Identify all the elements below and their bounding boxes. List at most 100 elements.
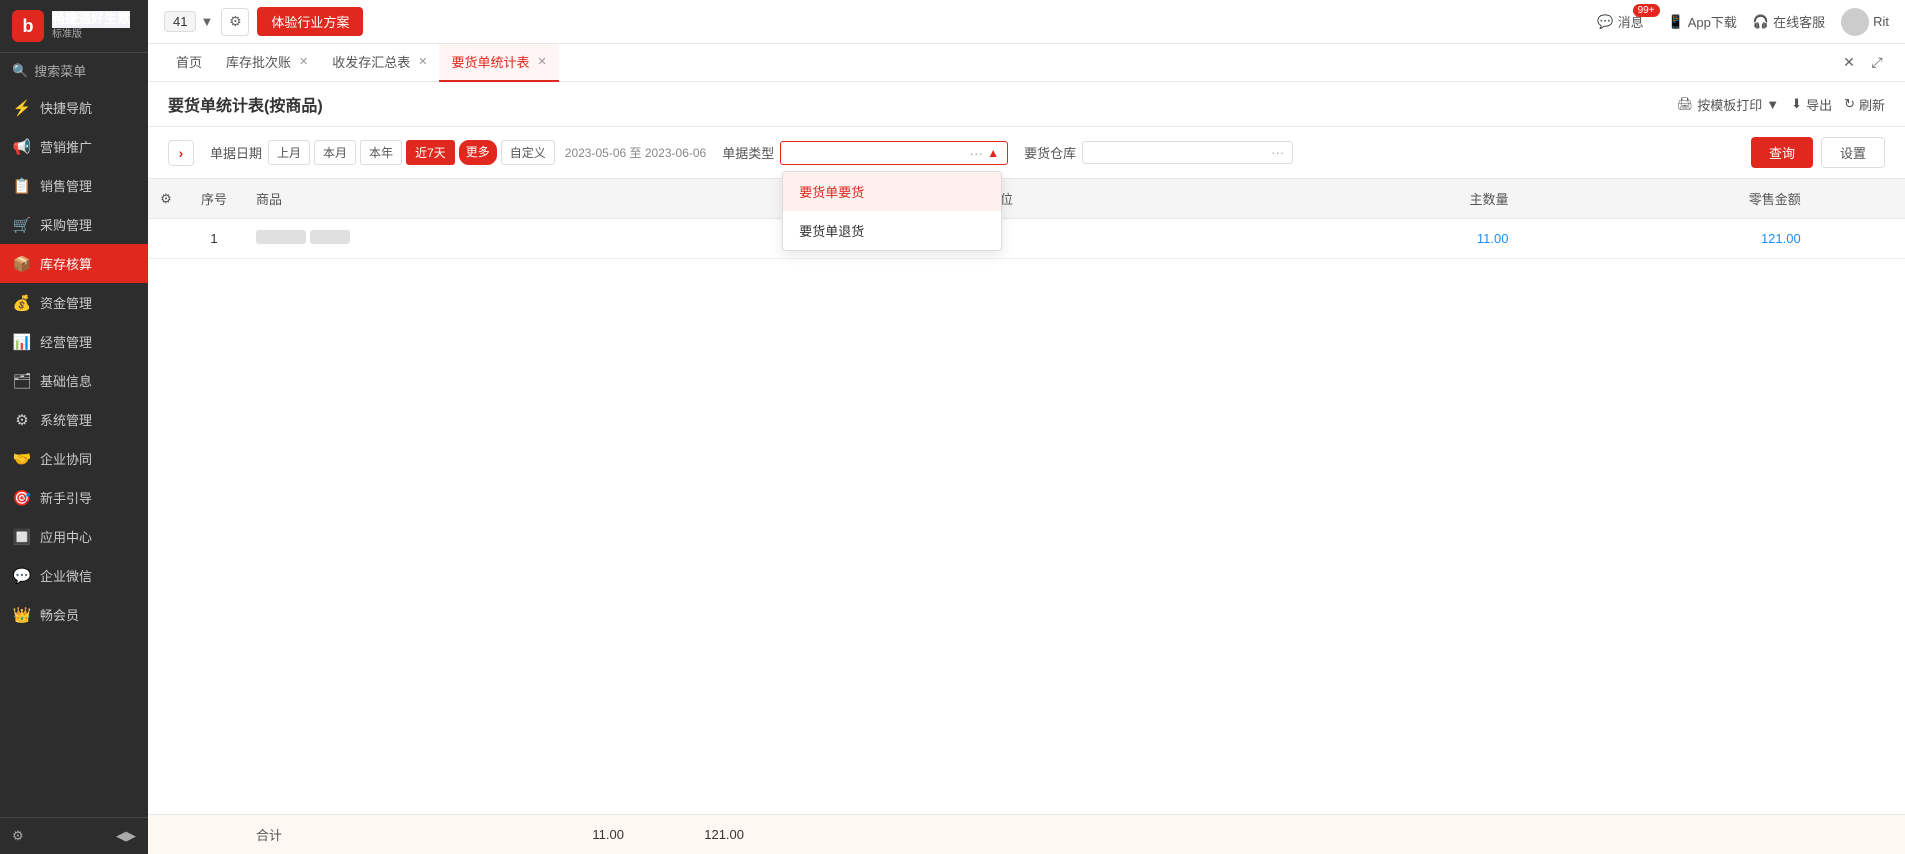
sidebar-item-xitong[interactable]: ⚙系统管理 xyxy=(0,400,148,439)
settings-btn[interactable]: 设置 xyxy=(1821,137,1885,168)
export-btn[interactable]: ⬇ 导出 xyxy=(1791,95,1832,114)
nav-icon-kuaijie: ⚡ xyxy=(12,99,32,117)
sidebar: b 畅捷通好生意 标准版 🔍 搜索菜单 ⚡快捷导航📢营销推广📋销售管理🛒采购管理… xyxy=(0,0,148,854)
logo-sub: 标准版 xyxy=(52,28,130,41)
tab-label-yaohuo_huizong: 要货单统计表 xyxy=(451,52,529,71)
page-title: 要货单统计表(按商品) xyxy=(168,92,323,116)
tab-close-yaohuo_huizong[interactable]: ✕ xyxy=(538,55,547,68)
query-btn[interactable]: 查询 xyxy=(1751,137,1813,168)
doc-type-filter-group: 单据类型 ··· ▲ 要货单要货 要货单退货 xyxy=(722,141,1008,165)
sidebar-nav: ⚡快捷导航📢营销推广📋销售管理🛒采购管理📦库存核算💰资金管理📊经营管理🗂基础信息… xyxy=(0,88,148,817)
warehouse-input[interactable] xyxy=(1091,145,1267,160)
sidebar-item-kucun[interactable]: 📦库存核算 xyxy=(0,244,148,283)
doc-type-dropdown: 要货单要货 要货单退货 xyxy=(782,171,1002,251)
message-btn[interactable]: 💬 消息 99+ xyxy=(1597,12,1651,31)
nav-label-xiaoshou: 销售管理 xyxy=(40,176,92,195)
warehouse-more-icon: ··· xyxy=(1271,145,1284,160)
date-btn-week7[interactable]: 近7天 xyxy=(406,140,455,165)
dropdown-item-yaohuo-tui[interactable]: 要货单退货 xyxy=(783,211,1001,250)
sidebar-item-huiyuan[interactable]: 👑畅会员 xyxy=(0,595,148,634)
nav-label-qiye: 企业协同 xyxy=(40,449,92,468)
search-icon: 🔍 xyxy=(12,63,28,79)
topbar-right: 💬 消息 99+ 📱 App下载 🎧 在线客服 Rit xyxy=(1597,8,1889,36)
td-qty: 11.00 xyxy=(1278,219,1520,259)
tabs-bar: 首页库存批次账✕收发存汇总表✕ 要货单统计表 ✕ ✕ ⤢ xyxy=(148,44,1905,82)
nav-label-zijin: 资金管理 xyxy=(40,293,92,312)
table-footer: 合计 11.00 121.00 xyxy=(148,814,1905,854)
date-btn-custom[interactable]: 自定义 xyxy=(501,140,555,165)
sidebar-item-qiye[interactable]: 🤝企业协同 xyxy=(0,439,148,478)
tab-home[interactable]: 首页 xyxy=(164,44,214,82)
sidebar-item-yingxiao[interactable]: 📢营销推广 xyxy=(0,127,148,166)
tab-yaohuo_huizong[interactable]: 要货单统计表 ✕ xyxy=(439,44,558,82)
trial-btn[interactable]: 体验行业方案 xyxy=(257,7,363,36)
page-header: 要货单统计表(按商品) 🖨 按模板打印 ▼ ⬇ 导出 ↻ 刷新 xyxy=(148,82,1905,127)
nav-label-jingying: 经营管理 xyxy=(40,332,92,351)
product-placeholder xyxy=(256,230,350,244)
td-amount: 121.00 xyxy=(1520,219,1812,259)
th-seq: 序号 xyxy=(184,179,244,219)
logo-text: 畅捷通好生意 标准版 xyxy=(52,11,130,41)
expand-btn[interactable]: › xyxy=(168,140,194,166)
filter-actions: 查询 设置 xyxy=(1751,137,1885,168)
sidebar-item-jichu[interactable]: 🗂基础信息 xyxy=(0,361,148,400)
select-more-icon: ··· xyxy=(969,145,983,161)
tab-close-shouzhi_huizong[interactable]: ✕ xyxy=(418,55,427,68)
date-btn-current[interactable]: 本月 xyxy=(314,140,356,165)
date-filter-label: 单据日期 xyxy=(210,143,262,162)
avatar-text: Rit xyxy=(1873,14,1889,29)
doc-type-select[interactable]: ··· ▲ xyxy=(780,141,1008,165)
sidebar-item-weixin[interactable]: 💬企业微信 xyxy=(0,556,148,595)
td-seq: 1 xyxy=(184,219,244,259)
filter-bar: › 单据日期 上月本月本年近7天更多自定义 2023-05-06 至 2023-… xyxy=(148,127,1905,179)
tab-label-home: 首页 xyxy=(176,52,202,71)
sidebar-item-caigou[interactable]: 🛒采购管理 xyxy=(0,205,148,244)
print-btn[interactable]: 🖨 按模板打印 ▼ xyxy=(1677,95,1779,114)
store-selector[interactable]: 41 ▼ xyxy=(164,11,213,32)
user-menu[interactable]: Rit xyxy=(1841,8,1889,36)
tab-shouzhi_huizong[interactable]: 收发存汇总表✕ xyxy=(320,44,439,82)
service-btn[interactable]: 🎧 在线客服 xyxy=(1753,12,1825,31)
sidebar-search-label: 搜索菜单 xyxy=(34,61,86,80)
warehouse-label: 要货仓库 xyxy=(1024,143,1076,162)
dropdown-item-yaohuo-dan[interactable]: 要货单要货 xyxy=(783,172,1001,211)
th-qty: 主数量 xyxy=(1278,179,1520,219)
select-arrow-up: ▲ xyxy=(987,146,999,160)
doc-type-input[interactable] xyxy=(789,145,965,160)
tab-close-kucun_pici[interactable]: ✕ xyxy=(299,55,308,68)
tabs-expand-btn[interactable]: ⤢ xyxy=(1865,51,1889,75)
message-icon: 💬 xyxy=(1597,14,1613,30)
td-gear xyxy=(148,219,184,259)
date-filter-group: 单据日期 上月本月本年近7天更多自定义 2023-05-06 至 2023-06… xyxy=(210,140,706,165)
app-download-btn[interactable]: 📱 App下载 xyxy=(1668,12,1737,31)
th-gear[interactable]: ⚙ xyxy=(148,179,184,219)
store-dropdown-arrow: ▼ xyxy=(200,14,213,29)
nav-label-huiyuan: 畅会员 xyxy=(40,605,79,624)
nav-icon-weixin: 💬 xyxy=(12,567,32,585)
sidebar-item-kuaijie[interactable]: ⚡快捷导航 xyxy=(0,88,148,127)
warehouse-select[interactable]: ··· xyxy=(1082,141,1293,164)
nav-label-yingxiao: 营销推广 xyxy=(40,137,92,156)
logo-icon: b xyxy=(12,10,44,42)
collapse-icon[interactable]: ◀▶ xyxy=(116,828,136,844)
settings-icon[interactable]: ⚙ xyxy=(12,828,24,844)
date-btn-more[interactable]: 更多 xyxy=(459,140,497,165)
topbar-gear-btn[interactable]: ⚙ xyxy=(221,8,249,36)
sidebar-item-yingyong[interactable]: 🔲应用中心 xyxy=(0,517,148,556)
tab-kucun_pici[interactable]: 库存批次账✕ xyxy=(214,44,320,82)
date-buttons: 上月本月本年近7天更多自定义 xyxy=(268,140,555,165)
refresh-btn[interactable]: ↻ 刷新 xyxy=(1844,95,1885,114)
tabs-close-all-btn[interactable]: ✕ xyxy=(1837,51,1861,75)
message-badge: 99+ xyxy=(1633,4,1660,17)
sidebar-item-xiaoshou[interactable]: 📋销售管理 xyxy=(0,166,148,205)
sidebar-search[interactable]: 🔍 搜索菜单 xyxy=(0,53,148,88)
sidebar-item-jingying[interactable]: 📊经营管理 xyxy=(0,322,148,361)
date-btn-year[interactable]: 本年 xyxy=(360,140,402,165)
sidebar-bottom: ⚙ ◀▶ xyxy=(0,817,148,854)
sidebar-item-xinshou[interactable]: 🎯新手引导 xyxy=(0,478,148,517)
page-content: 要货单统计表(按商品) 🖨 按模板打印 ▼ ⬇ 导出 ↻ 刷新 › xyxy=(148,82,1905,854)
date-btn-up[interactable]: 上月 xyxy=(268,140,310,165)
service-icon: 🎧 xyxy=(1753,14,1769,30)
sidebar-item-zijin[interactable]: 💰资金管理 xyxy=(0,283,148,322)
refresh-icon: ↻ xyxy=(1844,96,1855,112)
